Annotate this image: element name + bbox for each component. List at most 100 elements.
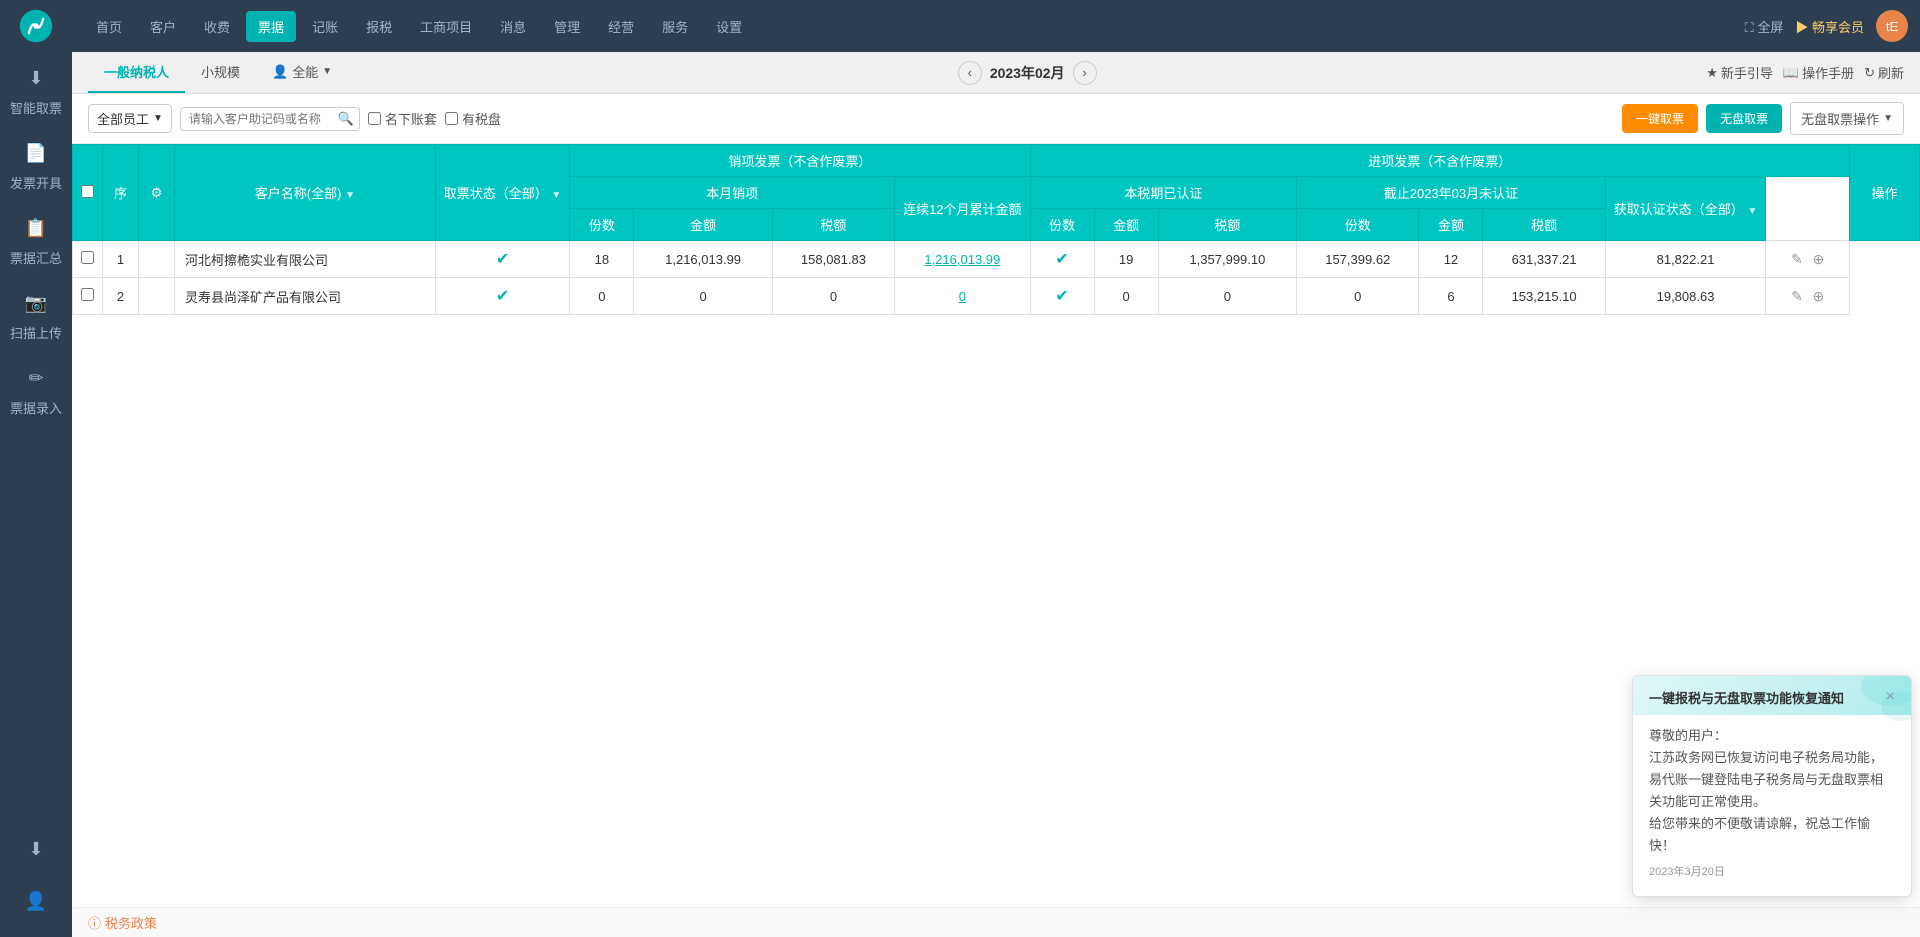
tab-right-actions: ★ 新手引导 📖 操作手册 ↻ 刷新 [1706, 63, 1904, 82]
nav-home[interactable]: 首页 [84, 11, 134, 42]
refresh-icon: ↻ [1864, 65, 1875, 81]
prev-month-btn[interactable]: ‹ [958, 61, 982, 85]
user-icon: 👤 [20, 885, 52, 917]
fullscreen-icon: ⛶ [1745, 20, 1754, 35]
checkbox-tax-disk[interactable]: 有税盘 [445, 109, 501, 128]
popup-title: 一键报税与无盘取票功能恢复通知 [1649, 688, 1844, 707]
manual-btn[interactable]: 📖 操作手册 [1783, 63, 1854, 82]
nav-settings[interactable]: 设置 [704, 11, 754, 42]
row-monthly-num: 0 [570, 278, 634, 315]
th-monthly-num: 份数 [570, 209, 634, 241]
copy-icon[interactable]: ⊕ [1812, 251, 1824, 267]
next-month-btn[interactable]: › [1073, 61, 1097, 85]
row-action: ✎ ⊕ [1766, 241, 1850, 278]
sidebar-item-smart-fetch[interactable]: ⬇ 智能取票 [0, 52, 72, 127]
row-config [139, 278, 175, 315]
row-fetch-status: ✔ [435, 241, 570, 278]
sidebar-item-invoice-summary[interactable]: 📋 票据汇总 [0, 202, 72, 277]
nav-business[interactable]: 工商项目 [408, 11, 484, 42]
row-fetch-status: ✔ [435, 278, 570, 315]
tax-policy-link[interactable]: ⓘ 税务政策 [88, 913, 157, 932]
th-num: 序 [103, 145, 139, 241]
smart-fetch-icon: ⬇ [20, 62, 52, 94]
nav-client[interactable]: 客户 [138, 11, 188, 42]
sidebar-item-download[interactable]: ⬇ [0, 823, 72, 875]
popup-notification: 一键报税与无盘取票功能恢复通知 × 尊敬的用户： 江苏政务网已恢复访问电子税务局… [1632, 675, 1912, 897]
nav-invoice[interactable]: 票据 [246, 11, 296, 42]
sidebar-logo[interactable] [0, 0, 72, 52]
ops-dropdown-icon: ▼ [1883, 113, 1893, 124]
tab-general-taxpayer[interactable]: 一般纳税人 [88, 52, 185, 93]
edit-icon[interactable]: ✎ [1791, 251, 1803, 267]
th-deadline-tax: 税额 [1483, 209, 1605, 241]
nav-management[interactable]: 管理 [542, 11, 592, 42]
new-guide-btn[interactable]: ★ 新手引导 [1706, 63, 1773, 82]
refresh-btn[interactable]: ↻ 刷新 [1864, 63, 1904, 82]
nav-service[interactable]: 服务 [650, 11, 700, 42]
row-deadline-num: 12 [1419, 241, 1483, 278]
popup-body: 尊敬的用户： 江苏政务网已恢复访问电子税务局功能，易代账一键登陆电子税务局与无盘… [1633, 715, 1911, 896]
copy-icon[interactable]: ⊕ [1812, 288, 1824, 304]
th-sales-group: 销项发票（不含作废票） [570, 145, 1030, 177]
guide-icon: ★ [1706, 65, 1718, 81]
tab-all[interactable]: 👤 全能 ▼ [256, 52, 348, 93]
th-select [73, 145, 103, 241]
nav-tax[interactable]: 报税 [354, 11, 404, 42]
popup-header: 一键报税与无盘取票功能恢复通知 × [1633, 676, 1911, 715]
tabbar: 一般纳税人 小规模 👤 全能 ▼ ‹ 2023年02月 › ★ 新手引导 📖 操 [72, 52, 1920, 94]
search-input[interactable] [180, 107, 360, 131]
popup-date: 2023年3月20日 [1649, 863, 1895, 882]
sidebar-item-invoice-open[interactable]: 📄 发票开具 [0, 127, 72, 202]
sidebar-item-user[interactable]: 👤 [0, 875, 72, 927]
one-click-fetch-btn[interactable]: 一键取票 [1622, 104, 1698, 133]
row-monthly-num: 18 [570, 241, 634, 278]
table-row: 1 河北柯擦桅实业有限公司 ✔ 18 1,216,013.99 158,081.… [73, 241, 1920, 278]
no-disk-ops-btn[interactable]: 无盘取票操作 ▼ [1790, 102, 1904, 135]
row-period-amount: 0 [1158, 278, 1296, 315]
fullscreen-btn[interactable]: ⛶ 全屏 [1745, 17, 1784, 36]
row-period-tax: 157,399.62 [1297, 241, 1419, 278]
row-deadline-num: 6 [1419, 278, 1483, 315]
row-period-tax: 0 [1297, 278, 1419, 315]
th-period-num: 份数 [1030, 209, 1094, 241]
row-config [139, 241, 175, 278]
row-monthly-tax: 0 [772, 278, 894, 315]
row-confirm-status: ✔ [1030, 241, 1094, 278]
employee-filter[interactable]: 全部员工 ▼ [88, 104, 172, 133]
nav-collection[interactable]: 收费 [192, 11, 242, 42]
avatar[interactable]: tE [1876, 10, 1908, 42]
account-checkbox[interactable] [368, 112, 381, 125]
nav-operation[interactable]: 经营 [596, 11, 646, 42]
row-deadline-amount: 631,337.21 [1483, 241, 1605, 278]
th-deadline-amount: 金额 [1419, 209, 1483, 241]
sidebar-item-data-entry[interactable]: ✏ 票据录入 [0, 352, 72, 427]
th-period-confirm: 本税期已认证 [1030, 177, 1297, 209]
row-confirm-status: ✔ [1030, 278, 1094, 315]
member-btn[interactable]: ▶ 畅享会员 [1795, 17, 1864, 36]
edit-icon[interactable]: ✎ [1791, 288, 1803, 304]
nav-message[interactable]: 消息 [488, 11, 538, 42]
row-continuous: 0 [895, 278, 1030, 315]
th-customer-name: 客户名称(全部) ▼ [175, 145, 436, 241]
current-date: 2023年02月 [990, 63, 1065, 83]
row-deadline-tax: 19,808.63 [1605, 278, 1766, 315]
search-wrap: 🔍 [180, 107, 360, 131]
date-navigation: ‹ 2023年02月 › [958, 61, 1097, 85]
tab-small-scale[interactable]: 小规模 [185, 52, 256, 93]
search-icon[interactable]: 🔍 [338, 111, 354, 127]
footer-bar: ⓘ 税务政策 [72, 907, 1920, 937]
checkbox-account[interactable]: 名下账套 [368, 109, 437, 128]
row-select[interactable] [73, 278, 103, 315]
sidebar-item-scan-upload[interactable]: 📷 扫描上传 [0, 277, 72, 352]
select-all-checkbox[interactable] [81, 185, 94, 198]
row-num: 1 [103, 241, 139, 278]
all-icon: 👤 [272, 64, 288, 80]
row-select[interactable] [73, 241, 103, 278]
topnav-right: ⛶ 全屏 ▶ 畅享会员 tE [1745, 10, 1908, 42]
no-disk-fetch-btn[interactable]: 无盘取票 [1706, 104, 1782, 133]
nav-bookkeeping[interactable]: 记账 [300, 11, 350, 42]
row-monthly-amount: 0 [634, 278, 772, 315]
th-monthly-amount: 金额 [634, 209, 772, 241]
row-customer-name: 灵寿县尚泽矿产品有限公司 [175, 278, 436, 315]
tax-disk-checkbox[interactable] [445, 112, 458, 125]
